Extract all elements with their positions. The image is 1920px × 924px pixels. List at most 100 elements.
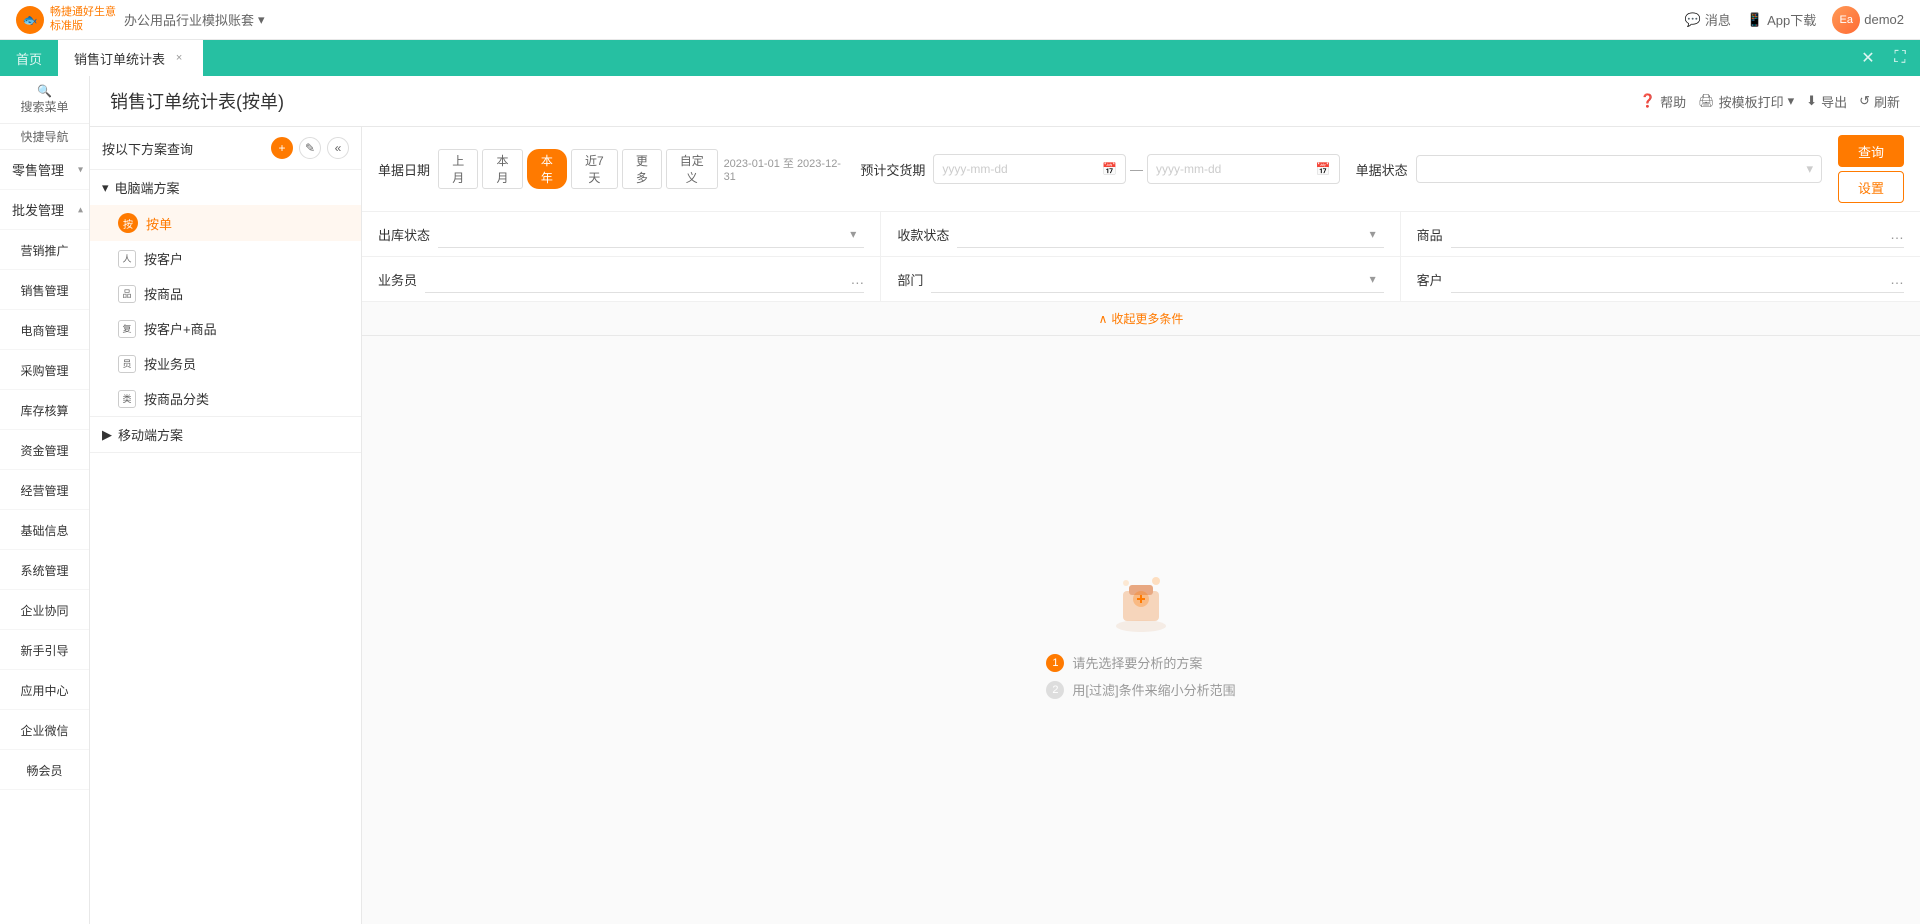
sidebar-item-sales[interactable]: 销售管理 xyxy=(0,270,89,310)
split-view: 按以下方案查询 + ✎ « ▾ 电脑端方案 xyxy=(90,127,1920,924)
collapse-bar[interactable]: ∧ 收起更多条件 xyxy=(362,302,1920,336)
order-status-select[interactable]: ▾ xyxy=(1416,155,1822,183)
date-quick-group: 上月 本月 本年 近7天 更多 自定义 2023-01-01 至 2023-12… xyxy=(438,149,844,189)
logo-icon: 🐟 xyxy=(16,6,44,34)
collapse-scheme-btn[interactable]: « xyxy=(327,137,349,159)
sidebar-item-retail[interactable]: 零售管理 ▾ xyxy=(0,150,89,190)
sidebar-item-marketing[interactable]: 营销推广 xyxy=(0,230,89,270)
add-scheme-btn[interactable]: + xyxy=(271,137,293,159)
print-btn[interactable]: 🖨 按模板打印 ▾ xyxy=(1698,92,1794,111)
tab-bar-actions: ✕ ⛶ xyxy=(1856,46,1920,70)
empty-state: 1 请先选择要分析的方案 2 用[过滤]条件来缩小分析范围 xyxy=(362,336,1920,924)
sidebar-item-inventory[interactable]: 库存核算 xyxy=(0,390,89,430)
scheme-item-by-salesperson[interactable]: 员 按业务员 xyxy=(90,346,361,381)
department-cell: 部门 ▾ xyxy=(881,257,1400,301)
sidebar-item-operations[interactable]: 经营管理 xyxy=(0,470,89,510)
scheme-group-mobile: ▶ 移动端方案 xyxy=(90,417,361,453)
page-title: 销售订单统计表(按单) xyxy=(110,88,284,126)
page-actions: ❓ 帮助 🖨 按模板打印 ▾ ⬇ 导出 ↺ 刷新 xyxy=(1640,92,1900,123)
search-icon: 🔍 xyxy=(8,84,81,98)
sidebar-item-purchase[interactable]: 采购管理 xyxy=(0,350,89,390)
refresh-btn[interactable]: ↺ 刷新 xyxy=(1859,92,1900,111)
scheme-item-by-goods[interactable]: 品 按商品 xyxy=(90,276,361,311)
scheme-panel: 按以下方案查询 + ✎ « ▾ 电脑端方案 xyxy=(90,127,362,924)
scheme-item-by-customer-goods[interactable]: 复 按客户+商品 xyxy=(90,311,361,346)
tab-sales-order-stats[interactable]: 销售订单统计表 × xyxy=(58,40,203,76)
scheme-icon-customer: 人 xyxy=(118,250,136,268)
export-btn[interactable]: ⬇ 导出 xyxy=(1806,92,1847,111)
delivery-date-start[interactable]: yyyy-mm-dd 📅 xyxy=(933,154,1126,184)
scheme-group-mobile-title[interactable]: ▶ 移动端方案 xyxy=(90,417,361,452)
date-7days-btn[interactable]: 近7天 xyxy=(571,149,618,189)
scheme-icon-circle: 按 xyxy=(118,213,138,233)
print-dropdown-icon: ▾ xyxy=(1788,93,1795,109)
help-btn[interactable]: ❓ 帮助 xyxy=(1640,92,1686,111)
right-panel: 单据日期 上月 本月 本年 近7天 更多 自定义 2023-01-01 至 20… xyxy=(362,127,1920,924)
collapse-icon: « xyxy=(335,141,342,155)
edit-scheme-btn[interactable]: ✎ xyxy=(299,137,321,159)
delivery-date-end[interactable]: yyyy-mm-dd 📅 xyxy=(1147,154,1340,184)
sidebar-quick-nav[interactable]: 快捷导航 xyxy=(0,124,89,150)
sidebar-item-ecommerce[interactable]: 电商管理 xyxy=(0,310,89,350)
chevron-down-icon: ▾ xyxy=(102,180,109,196)
message-btn[interactable]: 💬 消息 xyxy=(1685,10,1731,29)
payment-status-label: 收款状态 xyxy=(897,225,949,244)
scheme-icon-goods: 品 xyxy=(118,285,136,303)
payment-status-select[interactable]: ▾ xyxy=(957,220,1383,248)
expand-view-btn[interactable]: ⛶ xyxy=(1888,46,1912,70)
chevron-down-icon: ▾ xyxy=(78,164,83,175)
user-menu[interactable]: Ea demo2 xyxy=(1832,6,1904,34)
shipment-status-select[interactable]: ▾ xyxy=(438,220,864,248)
sidebar-item-wholesale[interactable]: 批发管理 ▴ xyxy=(0,190,89,230)
date-label: 单据日期 xyxy=(378,160,430,179)
department-select[interactable]: ▾ xyxy=(931,265,1383,293)
close-all-tabs-btn[interactable]: ✕ xyxy=(1856,46,1880,70)
goods-input[interactable]: … xyxy=(1451,220,1904,248)
app-title[interactable]: 办公用品行业模拟账套 ▾ xyxy=(124,10,265,29)
customer-label: 客户 xyxy=(1417,270,1443,289)
date-this-month-btn[interactable]: 本月 xyxy=(482,149,522,189)
sidebar-item-membership[interactable]: 畅会员 xyxy=(0,750,89,790)
sidebar-item-system[interactable]: 系统管理 xyxy=(0,550,89,590)
sidebar-item-appstore[interactable]: 应用中心 xyxy=(0,670,89,710)
sidebar-item-enterprise[interactable]: 企业协同 xyxy=(0,590,89,630)
chevron-up-icon: ▴ xyxy=(78,204,83,215)
order-status-label: 单据状态 xyxy=(1356,160,1408,179)
filter-group: 单据日期 上月 本月 本年 近7天 更多 自定义 2023-01-01 至 20… xyxy=(362,127,1920,302)
tab-close-btn[interactable]: × xyxy=(171,50,187,66)
customer-input[interactable]: … xyxy=(1451,265,1904,293)
sidebar-item-basic[interactable]: 基础信息 xyxy=(0,510,89,550)
date-last-month-btn[interactable]: 上月 xyxy=(438,149,478,189)
tab-home[interactable]: 首页 xyxy=(0,40,58,76)
message-icon: 💬 xyxy=(1685,12,1701,28)
scheme-panel-title: 按以下方案查询 xyxy=(102,139,193,158)
refresh-icon: ↺ xyxy=(1859,93,1870,109)
date-this-year-btn[interactable]: 本年 xyxy=(527,149,567,189)
sidebar-item-wechat[interactable]: 企业微信 xyxy=(0,710,89,750)
more-icon-salesperson: … xyxy=(850,271,864,287)
date-more-btn[interactable]: 更多 xyxy=(622,149,662,189)
scheme-item-by-customer[interactable]: 人 按客户 xyxy=(90,241,361,276)
date-range-text: 2023-01-01 至 2023-12-31 xyxy=(724,155,845,183)
empty-steps: 1 请先选择要分析的方案 2 用[过滤]条件来缩小分析范围 xyxy=(1046,653,1235,699)
sidebar-item-finance[interactable]: 资金管理 xyxy=(0,430,89,470)
scheme-group-pc-title[interactable]: ▾ 电脑端方案 xyxy=(90,170,361,205)
salesperson-cell: 业务员 … xyxy=(362,257,881,301)
query-btn[interactable]: 查询 xyxy=(1838,135,1904,167)
top-bar-right: 💬 消息 📱 App下载 Ea demo2 xyxy=(1685,6,1904,34)
collapse-up-icon: ∧ xyxy=(1099,312,1108,326)
chevron-right-icon: ▶ xyxy=(102,427,112,443)
setting-btn[interactable]: 设置 xyxy=(1838,171,1904,203)
sidebar-search[interactable]: 🔍 搜索菜单 xyxy=(0,76,89,124)
scheme-icon-cust-goods: 复 xyxy=(118,320,136,338)
scheme-item-by-category[interactable]: 类 按商品分类 xyxy=(90,381,361,416)
app-download-btn[interactable]: 📱 App下载 xyxy=(1747,10,1816,29)
export-icon: ⬇ xyxy=(1806,93,1817,109)
logo-area: 🐟 畅捷通好生意 标准版 xyxy=(16,6,116,34)
empty-step-1: 1 请先选择要分析的方案 xyxy=(1046,653,1235,672)
sidebar-item-newbie[interactable]: 新手引导 xyxy=(0,630,89,670)
more-icon-customer: … xyxy=(1890,271,1904,287)
salesperson-input[interactable]: … xyxy=(425,265,864,293)
date-custom-btn[interactable]: 自定义 xyxy=(666,149,718,189)
scheme-item-by-order[interactable]: 按 按单 xyxy=(90,205,361,241)
